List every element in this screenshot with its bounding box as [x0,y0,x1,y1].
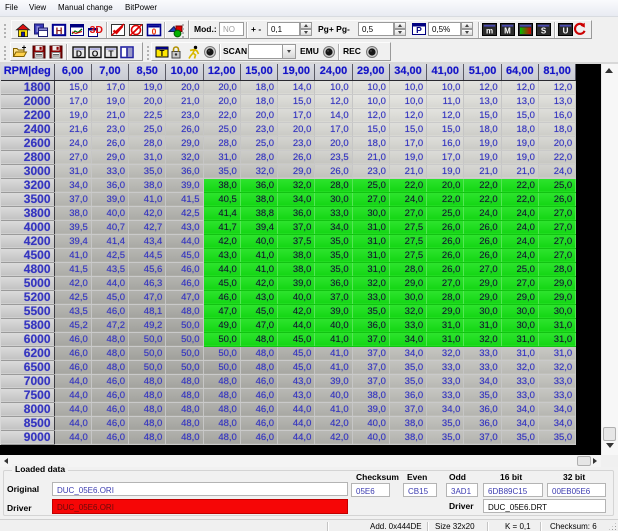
svg-text:M: M [504,27,511,36]
svg-text:T: T [108,49,114,59]
svg-text:D: D [76,49,82,59]
svg-text:O: O [92,49,99,59]
svg-text:S: S [541,27,547,36]
svg-text:H: H [56,26,63,37]
svg-text:0: 0 [152,27,157,37]
svg-text:U: U [563,27,569,36]
svg-text:T: T [160,49,165,58]
svg-text:m: m [486,27,493,36]
svg-text:P: P [416,25,422,35]
svg-text:3D: 3D [90,24,103,36]
